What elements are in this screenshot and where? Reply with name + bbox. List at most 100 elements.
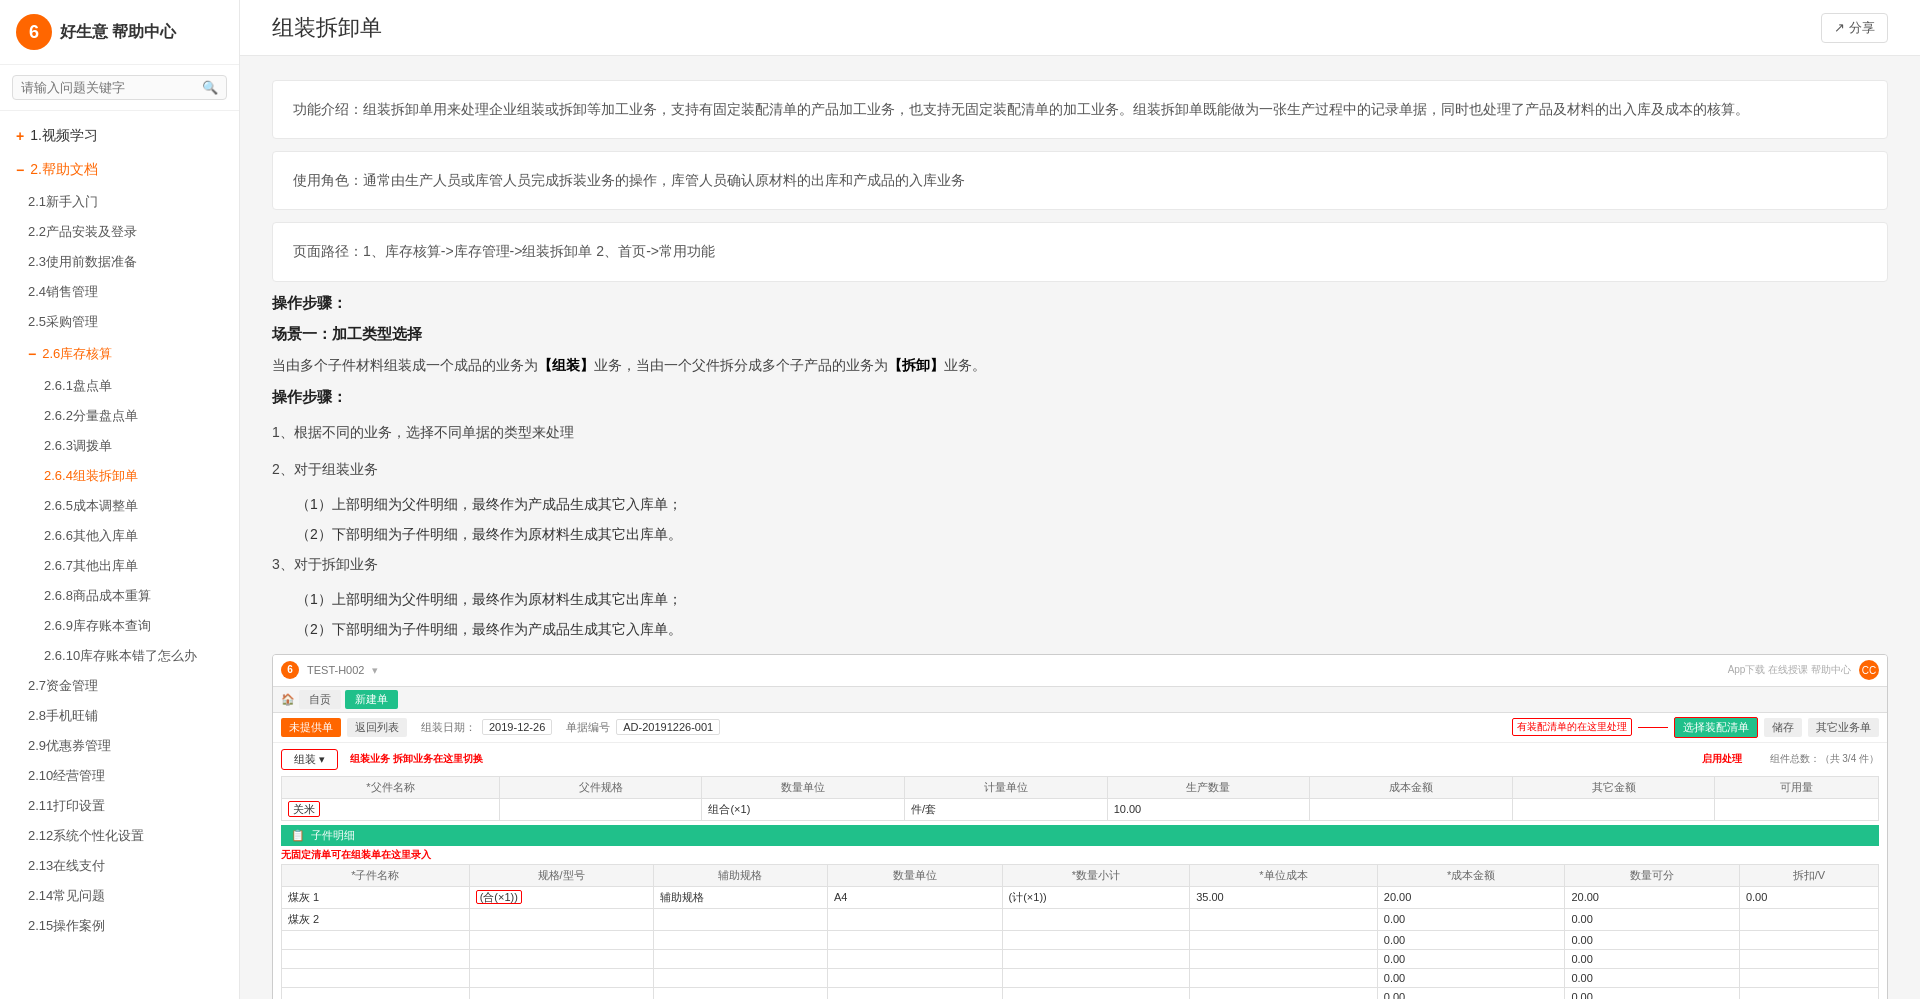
sidebar-item-transfer[interactable]: 2.6.3调拨单: [44, 431, 239, 461]
ss-home-icon: 🏠: [281, 693, 295, 706]
sidebar-item-print[interactable]: 2.11打印设置: [28, 791, 239, 821]
sidebar-item-cases[interactable]: 2.15操作案例: [28, 911, 239, 941]
ss-th-parent-spec: 父件规格: [499, 776, 702, 798]
ss-th-aux-spec: 辅助规格: [653, 864, 828, 886]
screenshot-image: 6 TEST-H002 ▾ App下载 在线授课 帮助中心 CC 🏠 自贡 新建…: [272, 654, 1888, 999]
table-row: 煤灰 2 0.000.00: [282, 908, 1879, 930]
sidebar-item-mobile[interactable]: 2.8手机旺铺: [28, 701, 239, 731]
sidebar-item-purchase[interactable]: 2.5采购管理: [28, 307, 239, 337]
ss-other-amt-cell: [1512, 798, 1715, 820]
sidebar-inventory-children: 2.6.1盘点单 2.6.2分量盘点单 2.6.3调拨单 2.6.4组装拆卸单 …: [28, 371, 239, 671]
sidebar-item-assembly[interactable]: 2.6.4组装拆卸单: [44, 461, 239, 491]
top-bar: 组装拆卸单 ↗ 分享: [240, 0, 1920, 56]
search-input[interactable]: [21, 80, 202, 95]
step2-sub1: （1）上部明细为父件明细，最终作为产成品生成其它入库单；: [296, 492, 1888, 517]
step2-text: 2、对于组装业务: [272, 456, 1888, 483]
ss-th-other-amt: 其它金额: [1512, 776, 1715, 798]
search-icon[interactable]: 🔍: [202, 80, 218, 95]
ss-table2-wrapper: 无固定清单可在组装单在这里录入 *子件名称 规格/型号 辅助规格 数量单位: [281, 848, 1879, 999]
ss-th-parent-name: *父件名称: [282, 776, 500, 798]
ss-type-annotation: 组装业务 拆卸业务在这里切换: [350, 752, 483, 766]
sidebar-item-beginner[interactable]: 2.1新手入门: [28, 187, 239, 217]
sidebar-item-other-out[interactable]: 2.6.7其他出库单: [44, 551, 239, 581]
ss-th-child-discount: 拆扣/V: [1739, 864, 1878, 886]
ss-measure-unit-cell: 件/套: [905, 798, 1108, 820]
ss-child-table: *子件名称 规格/型号 辅助规格 数量单位 *数量小计 *单位成本 *成本金额 …: [281, 864, 1879, 999]
path-intro-text: 页面路径：1、库存核算->库存管理->组装拆卸单 2、首页->常用功能: [293, 239, 1867, 264]
sidebar-item-ledger-query[interactable]: 2.6.9库存账本查询: [44, 611, 239, 641]
ss-th-cost-amt: 成本金额: [1310, 776, 1513, 798]
ss-type-label: 组装 ▾: [281, 749, 338, 770]
ss-th-child-qty-split: 数量可分: [1565, 864, 1740, 886]
ss-body: 组装 ▾ 组装业务 拆卸业务在这里切换 启用处理 组件总数：（共 3/4 件）: [273, 743, 1887, 999]
ss-child-table-header: *子件名称 规格/型号 辅助规格 数量单位 *数量小计 *单位成本 *成本金额 …: [282, 864, 1879, 886]
ss-btn-assembly-list: 选择装配清单: [1674, 717, 1758, 738]
path-intro-block: 页面路径：1、库存核算->库存管理->组装拆卸单 2、首页->常用功能: [272, 222, 1888, 281]
ss-toolbar-row: 未提供单 返回列表 组装日期： 2019-12-26 单据编号 AD-20191…: [273, 713, 1887, 743]
function-intro-text: 功能介绍：组装拆卸单用来处理企业组装或拆卸等加工业务，支持有固定装配清单的产品加…: [293, 97, 1867, 122]
sidebar-item-cost-recalc[interactable]: 2.6.8商品成本重算: [44, 581, 239, 611]
sidebar-item-help-label: 2.帮助文档: [30, 161, 98, 179]
sidebar-item-stocktake[interactable]: 2.6.1盘点单: [44, 371, 239, 401]
ss-th-child-unit-cost: *单位成本: [1190, 864, 1378, 886]
ss-th-qty-unit: 数量单位: [702, 776, 905, 798]
search-box[interactable]: 🔍: [12, 75, 227, 100]
ss-tab1: 自贡: [299, 690, 341, 709]
ss-tab2: 新建单: [345, 690, 398, 709]
sidebar-item-data-prep[interactable]: 2.3使用前数据准备: [28, 247, 239, 277]
sidebar-item-payment[interactable]: 2.13在线支付: [28, 851, 239, 881]
sidebar-item-other-in[interactable]: 2.6.6其他入库单: [44, 521, 239, 551]
ss-number-label: 单据编号: [566, 720, 610, 735]
sidebar-item-help[interactable]: − 2.帮助文档: [0, 153, 239, 187]
ss-section-header: 📋 子件明细: [281, 825, 1879, 846]
sidebar-item-ledger-fix[interactable]: 2.6.10库存账本错了怎么办: [44, 641, 239, 671]
ss-parent-spec-cell: [499, 798, 702, 820]
operations-title: 操作步骤：: [272, 294, 1888, 313]
step3-sublist: （1）上部明细为父件明细，最终作为原材料生成其它出库单； （2）下部明细为子件明…: [272, 587, 1888, 641]
scenario1-title: 场景一：加工类型选择: [272, 325, 1888, 344]
sidebar-item-operation[interactable]: 2.10经营管理: [28, 761, 239, 791]
search-area: 🔍: [0, 65, 239, 111]
sidebar-item-coupon[interactable]: 2.9优惠券管理: [28, 731, 239, 761]
step2-sublist: （1）上部明细为父件明细，最终作为产成品生成其它入库单； （2）下部明细为子件明…: [272, 492, 1888, 546]
table-row: 煤灰 1 (合(×1)) 辅助规格 A4 (计(×1)) 35.00 20.00…: [282, 886, 1879, 908]
ss-table2-annotation-row: 无固定清单可在组装单在这里录入 *子件名称 规格/型号 辅助规格 数量单位: [281, 848, 1879, 999]
ss-user-avatar: CC: [1859, 660, 1879, 680]
sidebar-item-partial-stocktake[interactable]: 2.6.2分量盘点单: [44, 401, 239, 431]
ss-app-id: TEST-H002: [307, 664, 364, 676]
ss-btn-other: 其它业务单: [1808, 718, 1879, 737]
ss-qty-unit-cell: 组合(×1): [702, 798, 905, 820]
ss-parent-name-cell: 关米: [282, 798, 500, 820]
sidebar-item-video[interactable]: + 1.视频学习: [0, 119, 239, 153]
sidebar-item-install[interactable]: 2.2产品安装及登录: [28, 217, 239, 247]
ss-topbar: 6 TEST-H002 ▾ App下载 在线授课 帮助中心 CC: [273, 655, 1887, 687]
ss-type-row: 组装 ▾ 组装业务 拆卸业务在这里切换 启用处理 组件总数：（共 3/4 件）: [281, 749, 1879, 770]
step3-sub1: （1）上部明细为父件明细，最终作为原材料生成其它出库单；: [296, 587, 1888, 612]
step3-text: 3、对于拆卸业务: [272, 551, 1888, 578]
ss-th-child-cost-amt: *成本金额: [1377, 864, 1565, 886]
ss-annotation1: 有装配清单的在这里处理: [1512, 718, 1632, 736]
ss-links: App下载 在线授课 帮助中心: [1728, 663, 1851, 677]
main: 组装拆卸单 ↗ 分享 功能介绍：组装拆卸单用来处理企业组装或拆卸等加工业务，支持…: [240, 0, 1920, 999]
share-icon: ↗: [1834, 20, 1845, 35]
screenshot-inner: 6 TEST-H002 ▾ App下载 在线授课 帮助中心 CC 🏠 自贡 新建…: [273, 655, 1887, 999]
sidebar-item-customize[interactable]: 2.12系统个性化设置: [28, 821, 239, 851]
sidebar-item-faq[interactable]: 2.14常见问题: [28, 881, 239, 911]
sidebar-item-inventory[interactable]: − 2.6库存核算: [28, 337, 239, 371]
sidebar-item-cost-adjust[interactable]: 2.6.5成本调整单: [44, 491, 239, 521]
sidebar-item-sales[interactable]: 2.4销售管理: [28, 277, 239, 307]
step2-sub2: （2）下部明细为子件明细，最终作为原材料生成其它出库单。: [296, 522, 1888, 547]
step3-sub2: （2）下部明细为子件明细，最终作为产成品生成其它入库单。: [296, 617, 1888, 642]
table-row: 关米 组合(×1) 件/套 10.00: [282, 798, 1879, 820]
share-button[interactable]: ↗ 分享: [1821, 13, 1888, 43]
ss-dropdown-icon: ▾: [372, 664, 378, 677]
sidebar-item-finance[interactable]: 2.7资金管理: [28, 671, 239, 701]
ss-th-child-name: *子件名称: [282, 864, 470, 886]
sidebar-item-video-label: 1.视频学习: [30, 127, 98, 145]
logo-icon: 6: [16, 14, 52, 50]
ss-th-available: 可用量: [1715, 776, 1879, 798]
ss-tab-row: 🏠 自贡 新建单: [273, 687, 1887, 713]
logo-text: 好生意 帮助中心: [60, 22, 176, 43]
ss-section-icon: 📋: [291, 829, 305, 842]
ss-table2-annotation: 无固定清单可在组装单在这里录入: [281, 848, 1879, 862]
